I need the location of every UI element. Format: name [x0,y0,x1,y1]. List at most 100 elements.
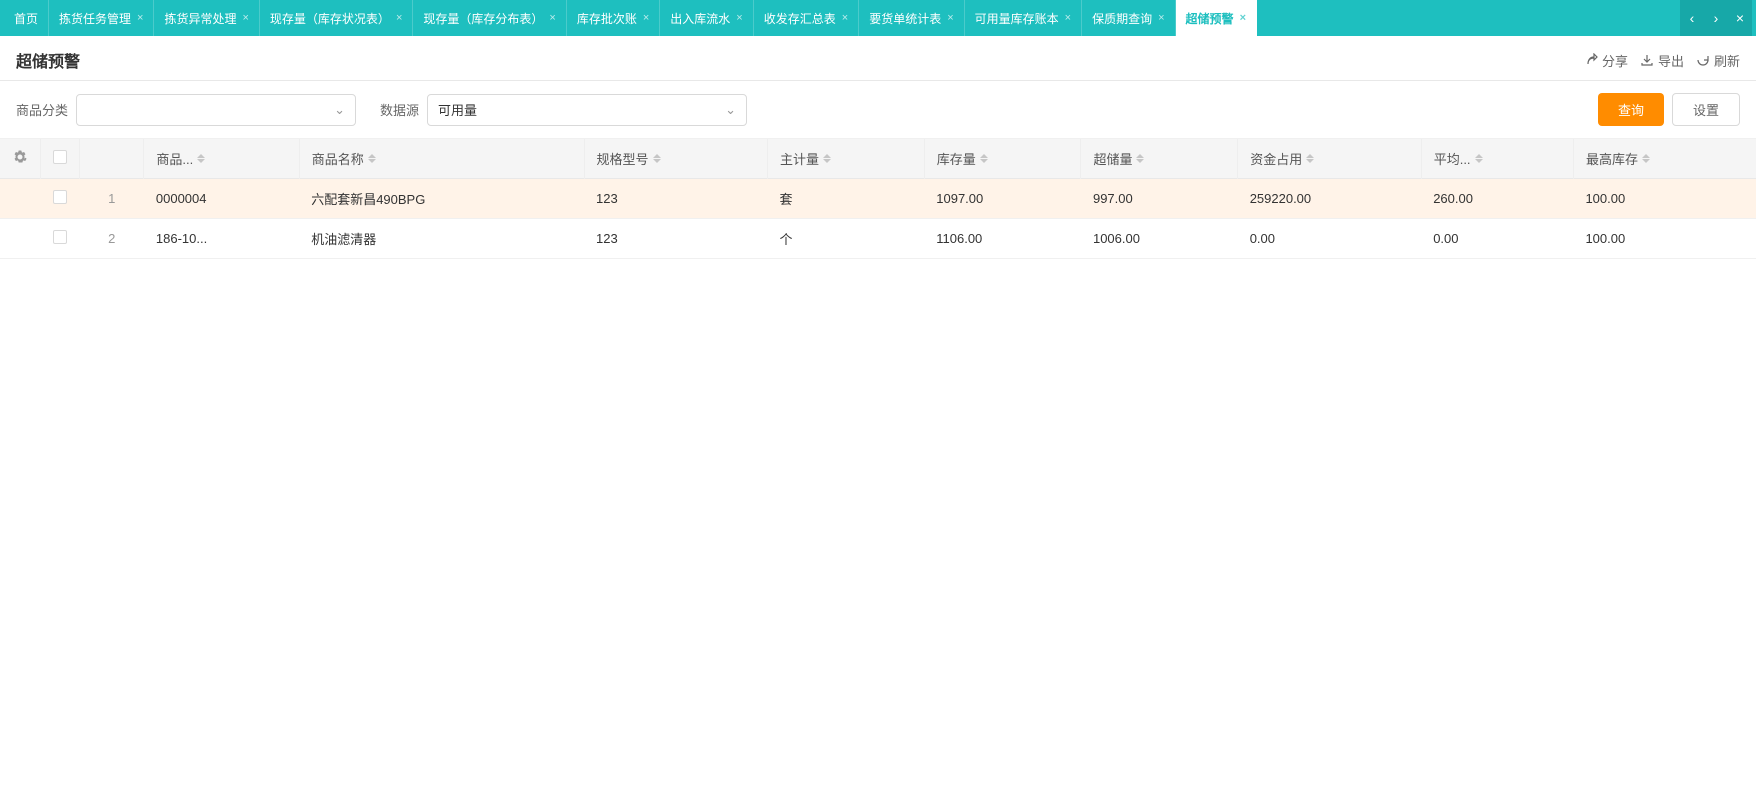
th-capital-occupy[interactable]: 资金占用 [1238,139,1422,179]
tab-close-icon-11[interactable]: × [1240,12,1246,24]
nav-tab-7[interactable]: 收发存汇总表× [754,0,859,36]
row-checkbox[interactable] [53,190,67,204]
nav-tab-5[interactable]: 库存批次账× [567,0,660,36]
row-spec: 123 [584,179,768,219]
export-icon [1640,53,1654,67]
nav-tab-11[interactable]: 超储预警× [1176,0,1257,36]
tab-close-icon-7[interactable]: × [842,12,848,24]
row-unit: 个 [768,219,925,259]
th-checkbox [41,139,80,179]
refresh-button[interactable]: 刷新 [1696,51,1740,70]
sort-icon-capital [1306,154,1314,163]
row-capital-occupy: 259220.00 [1238,179,1422,219]
tab-close-icon-1[interactable]: × [137,12,143,24]
tab-close-icon-9[interactable]: × [1065,12,1071,24]
th-stock[interactable]: 库存量 [924,139,1081,179]
th-over-stock[interactable]: 超储量 [1081,139,1238,179]
nav-tab-0[interactable]: 首页 [4,0,49,36]
tab-close-icon-10[interactable]: × [1158,12,1164,24]
table-row: 1 0000004 六配套新昌490BPG 123 套 1097.00 997.… [0,179,1756,219]
th-product-code[interactable]: 商品... [144,139,299,179]
nav-tab-2[interactable]: 拣货异常处理× [154,0,259,36]
row-spec: 123 [584,219,768,259]
tab-close-icon-6[interactable]: × [736,12,742,24]
th-max-stock[interactable]: 最高库存 [1573,139,1756,179]
row-number: 1 [80,179,144,219]
th-product-name[interactable]: 商品名称 [299,139,584,179]
sort-icon-avg-price [1475,154,1483,163]
datasource-dropdown-icon: ⌄ [725,102,736,118]
th-spec[interactable]: 规格型号 [584,139,768,179]
page-header: 超储预警 分享 导出 刷新 [0,36,1756,81]
nav-close-button[interactable]: × [1728,0,1752,36]
share-icon [1584,53,1598,67]
nav-tab-4[interactable]: 现存量（库存分布表）× [413,0,566,36]
table-container: 商品... 商品名称 [0,139,1756,259]
row-max-stock: 100.00 [1573,179,1756,219]
row-number: 2 [80,219,144,259]
datasource-label: 数据源 [380,100,419,119]
tab-close-icon-2[interactable]: × [242,12,248,24]
category-dropdown-icon: ⌄ [334,102,345,118]
filter-actions: 查询 设置 [1598,93,1740,126]
sort-icon-spec [653,154,661,163]
nav-next-button[interactable]: › [1704,0,1728,36]
select-all-checkbox[interactable] [53,150,67,164]
tab-close-icon-4[interactable]: × [549,12,555,24]
nav-tab-3[interactable]: 现存量（库存状况表）× [260,0,413,36]
refresh-icon [1696,53,1710,67]
row-max-stock: 100.00 [1573,219,1756,259]
row-checkbox-cell [41,219,80,259]
th-gear [0,139,41,179]
data-table: 商品... 商品名称 [0,139,1756,259]
row-gear-cell [0,179,41,219]
row-checkbox-cell [41,179,80,219]
row-product-code: 0000004 [144,179,299,219]
settings-button[interactable]: 设置 [1672,93,1740,126]
nav-prev-button[interactable]: ‹ [1680,0,1704,36]
nav-tab-8[interactable]: 要货单统计表× [859,0,964,36]
tab-close-icon-5[interactable]: × [643,12,649,24]
row-avg-price: 0.00 [1421,219,1573,259]
nav-tab-1[interactable]: 拣货任务管理× [49,0,154,36]
nav-tab-9[interactable]: 可用量库存账本× [965,0,1082,36]
header-actions: 分享 导出 刷新 [1584,51,1740,70]
tab-close-icon-8[interactable]: × [947,12,953,24]
table-header-row: 商品... 商品名称 [0,139,1756,179]
query-button[interactable]: 查询 [1598,93,1664,126]
row-checkbox[interactable] [53,230,67,244]
row-capital-occupy: 0.00 [1238,219,1422,259]
row-avg-price: 260.00 [1421,179,1573,219]
category-filter-group: 商品分类 ⌄ [16,94,356,126]
nav-arrows: ‹ › × [1680,0,1752,36]
table-row: 2 186-10... 机油滤清器 123 个 1106.00 1006.00 … [0,219,1756,259]
row-stock: 1097.00 [924,179,1081,219]
sort-icon-unit [823,154,831,163]
filter-area: 商品分类 ⌄ 数据源 可用量 ⌄ 查询 设置 [0,81,1756,139]
th-avg-price[interactable]: 平均... [1421,139,1573,179]
sort-icon-max-stock [1642,154,1650,163]
nav-tab-10[interactable]: 保质期查询× [1082,0,1175,36]
settings-icon[interactable] [12,149,28,165]
row-product-name: 六配套新昌490BPG [299,179,584,219]
page-container: 超储预警 分享 导出 刷新 [0,36,1756,800]
row-unit: 套 [768,179,925,219]
page-title: 超储预警 [16,48,80,72]
export-button[interactable]: 导出 [1640,51,1684,70]
category-label: 商品分类 [16,100,68,119]
tab-close-icon-3[interactable]: × [396,12,402,24]
share-button[interactable]: 分享 [1584,51,1628,70]
th-unit[interactable]: 主计量 [768,139,925,179]
sort-icon-product-code [197,154,205,163]
row-over-stock: 997.00 [1081,179,1238,219]
top-navigation: 首页拣货任务管理×拣货异常处理×现存量（库存状况表）×现存量（库存分布表）×库存… [0,0,1756,36]
datasource-select[interactable]: 可用量 ⌄ [427,94,747,126]
row-product-code: 186-10... [144,219,299,259]
category-select[interactable]: ⌄ [76,94,356,126]
nav-tab-6[interactable]: 出入库流水× [660,0,753,36]
sort-icon-product-name [368,154,376,163]
sort-icon-stock [980,154,988,163]
sort-icon-over-stock [1136,154,1144,163]
datasource-filter-group: 数据源 可用量 ⌄ [380,94,747,126]
datasource-select-value: 可用量 [438,100,477,119]
